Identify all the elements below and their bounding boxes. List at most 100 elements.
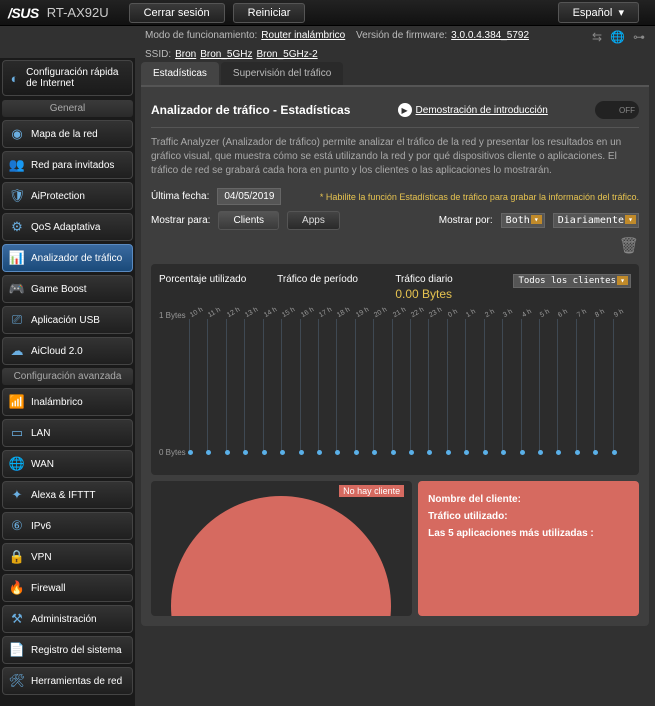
no-client-badge: No hay cliente	[339, 485, 404, 497]
ssid-2[interactable]: Bron_5GHz-2	[257, 49, 318, 60]
col-period: Tráfico de período	[277, 274, 395, 285]
chart-point	[225, 450, 230, 455]
chart-point	[612, 450, 617, 455]
infobar: Modo de funcionamiento: Router inalámbri…	[0, 26, 655, 58]
qis-button[interactable]: ◐ Configuración rápida de Internet	[2, 60, 133, 96]
nav-advanced-8[interactable]: 📄Registro del sistema	[2, 636, 133, 664]
xlabel: 7 h	[576, 304, 595, 319]
period-select[interactable]: Diariamente	[553, 213, 639, 228]
nav-advanced-2[interactable]: 🌐WAN	[2, 450, 133, 478]
xlabel: 22 h	[410, 304, 429, 319]
nav-advanced-0[interactable]: 📶Inalámbrico	[2, 388, 133, 416]
nav-icon: 📄	[9, 642, 25, 658]
apps-button[interactable]: Apps	[287, 211, 340, 230]
nav-advanced-7[interactable]: ⚒Administración	[2, 605, 133, 633]
nav-icon: ⑥	[9, 518, 25, 534]
usb-icon[interactable]: ⊶	[633, 30, 645, 44]
mode-value[interactable]: Router inalámbrico	[261, 30, 345, 41]
fw-label: Versión de firmware:	[356, 30, 447, 41]
xlabel: 5 h	[539, 304, 558, 319]
language-button[interactable]: Español ▾	[558, 2, 639, 23]
showby-select[interactable]: Both	[501, 213, 545, 228]
chart-point	[520, 450, 525, 455]
panel-title: Analizador de tráfico - Estadísticas	[151, 103, 350, 117]
fw-value[interactable]: 3.0.0.4.384_5792	[451, 30, 529, 41]
nav-general-5[interactable]: 🎮Game Boost	[2, 275, 133, 303]
trash-icon[interactable]: 🗑	[619, 236, 639, 256]
nav-general-2[interactable]: 🛡AiProtection	[2, 182, 133, 210]
clients-button[interactable]: Clients	[218, 211, 279, 230]
panel-description: Traffic Analyzer (Analizador de tráfico)…	[151, 136, 639, 178]
lastdate-value[interactable]: 04/05/2019	[217, 188, 281, 205]
nav-general-3[interactable]: ⚙QoS Adaptativa	[2, 213, 133, 241]
xlabel: 13 h	[244, 304, 263, 319]
tabs: Estadísticas Supervisión del tráfico	[141, 62, 649, 87]
showfor-label: Mostrar para:	[151, 215, 210, 226]
gauge-icon: ◐	[9, 70, 20, 86]
xlabel: 19 h	[355, 304, 374, 319]
chart-point	[464, 450, 469, 455]
chart-point	[501, 450, 506, 455]
nav-general-4[interactable]: 📊Analizador de tráfico	[2, 244, 133, 272]
xlabel: 8 h	[594, 304, 613, 319]
globe-icon[interactable]: 🌐	[610, 30, 625, 44]
xlabel: 17 h	[318, 304, 337, 319]
chart-point	[538, 450, 543, 455]
ylabel-bottom: 0 Bytes	[159, 448, 186, 457]
logout-button[interactable]: Cerrar sesión	[129, 3, 225, 23]
pie-chart: No hay cliente	[151, 481, 412, 616]
reboot-button[interactable]: Reiniciar	[233, 3, 306, 23]
nav-advanced-6[interactable]: 🔥Firewall	[2, 574, 133, 602]
nav-icon: 🛡	[9, 188, 25, 204]
daily-value: 0.00 Bytes	[395, 287, 513, 301]
xlabel: 23 h	[428, 304, 447, 319]
detail-traffic-label: Tráfico utilizado:	[428, 511, 507, 522]
section-general: General	[2, 100, 133, 117]
nav-advanced-5[interactable]: 🔒VPN	[2, 543, 133, 571]
enable-toggle[interactable]: OFF	[595, 101, 639, 119]
enable-warning: * Habilite la función Estadísticas de tr…	[320, 192, 639, 202]
chart-point	[262, 450, 267, 455]
col-pct: Porcentaje utilizado	[159, 274, 277, 285]
nav-advanced-3[interactable]: ✦Alexa & IFTTT	[2, 481, 133, 509]
xlabel: 14 h	[263, 304, 282, 319]
xlabel: 15 h	[281, 304, 300, 319]
nav-icon: 🎮	[9, 281, 25, 297]
line-chart: 1 Bytes 0 Bytes 10 h11 h12 h13 h14 h15 h…	[189, 311, 631, 471]
nav-general-7[interactable]: ☁AiCloud 2.0	[2, 337, 133, 365]
ssid-label: SSID:	[145, 49, 171, 60]
nav-general-0[interactable]: ◉Mapa de la red	[2, 120, 133, 148]
nav-icon: ⚒	[9, 611, 25, 627]
xlabel: 1 h	[465, 304, 484, 319]
ssid-1[interactable]: Bron_5GHz	[200, 49, 252, 60]
client-select[interactable]: Todos los clientes	[513, 274, 631, 288]
nav-advanced-9[interactable]: 🛠Herramientas de red	[2, 667, 133, 695]
nav-icon: ✦	[9, 487, 25, 503]
xlabel: 4 h	[521, 304, 540, 319]
xlabel: 16 h	[300, 304, 319, 319]
xlabel: 21 h	[392, 304, 411, 319]
nav-general-6[interactable]: ⎚Aplicación USB	[2, 306, 133, 334]
nav-icon: 📶	[9, 394, 25, 410]
demo-link[interactable]: ▶ Demostración de introducción	[398, 103, 548, 117]
xlabel: 3 h	[502, 304, 521, 319]
tab-stats[interactable]: Estadísticas	[141, 62, 219, 85]
ylabel-top: 1 Bytes	[159, 311, 186, 320]
xlabel: 0 h	[447, 304, 466, 319]
wifi-icon[interactable]: ⇆	[592, 30, 602, 44]
panel: Analizador de tráfico - Estadísticas ▶ D…	[141, 87, 649, 626]
nav-advanced-4[interactable]: ⑥IPv6	[2, 512, 133, 540]
nav-icon: ⎚	[9, 312, 25, 328]
showby-label: Mostrar por:	[439, 215, 493, 226]
chart-point	[391, 450, 396, 455]
chart-area: Porcentaje utilizado Tráfico de período …	[151, 264, 639, 475]
chart-point	[206, 450, 211, 455]
nav-icon: 👥	[9, 157, 25, 173]
tab-monitor[interactable]: Supervisión del tráfico	[221, 62, 343, 85]
ssid-0[interactable]: Bron	[175, 49, 196, 60]
nav-advanced-1[interactable]: ▭LAN	[2, 419, 133, 447]
chart-point	[317, 450, 322, 455]
chart-point	[409, 450, 414, 455]
nav-icon: ☁	[9, 343, 25, 359]
nav-general-1[interactable]: 👥Red para invitados	[2, 151, 133, 179]
